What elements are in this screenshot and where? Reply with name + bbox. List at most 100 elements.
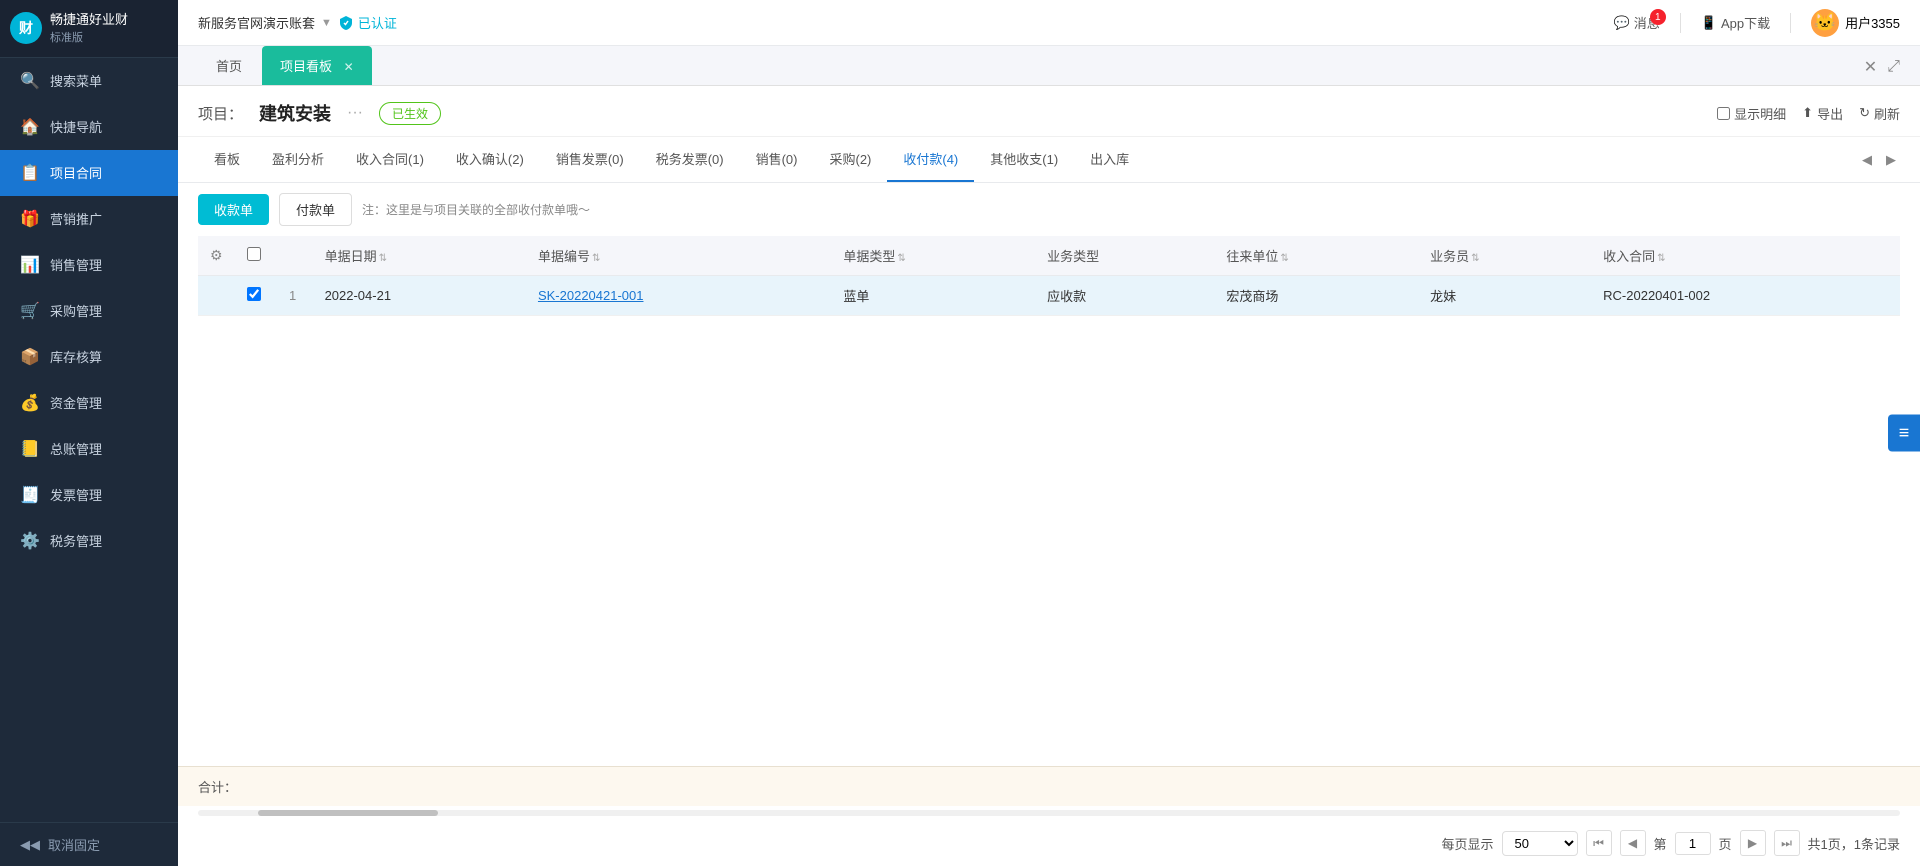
- topbar-divider2: [1790, 13, 1791, 33]
- sub-tabs: 看板 盈利分析 收入合同(1) 收入确认(2) 销售发票(0) 税务发票(0) …: [178, 137, 1920, 183]
- last-page-btn[interactable]: ⏭: [1774, 830, 1800, 856]
- th-type[interactable]: 单据类型⇅: [831, 236, 1035, 276]
- account-dropdown-icon: ▼: [321, 17, 332, 29]
- td-partner: 宏茂商场: [1214, 276, 1418, 316]
- certified-badge: 已认证: [338, 13, 397, 32]
- page-input[interactable]: [1675, 832, 1711, 855]
- record-link[interactable]: SK-20220421-001: [538, 288, 644, 303]
- tab-close-icon[interactable]: ✕: [344, 60, 354, 74]
- sidebar: 财 畅捷通好业财 标准版 🔍 搜索菜单 🏠 快捷导航 📋 项目合同 🎁 营销推广…: [0, 0, 178, 866]
- message-badge: 1: [1650, 9, 1666, 25]
- sub-tab-income-contract[interactable]: 收入合同(1): [340, 137, 440, 182]
- page-size-select[interactable]: 50 100 200: [1502, 831, 1578, 856]
- td-check[interactable]: [235, 276, 273, 316]
- next-page-btn[interactable]: ▶: [1740, 830, 1766, 856]
- sub-tab-receive-pay[interactable]: 收付款(4): [887, 137, 974, 182]
- th-settings[interactable]: ⚙: [198, 236, 235, 276]
- sort-code-icon: ⇅: [592, 253, 600, 264]
- content-area: 项目： 建筑安装 ··· 已生效 显示明细 ⬆ 导出 ↻ 刷新: [178, 86, 1920, 866]
- tab-home[interactable]: 首页: [198, 46, 260, 85]
- sidebar-nav: 🔍 搜索菜单 🏠 快捷导航 📋 项目合同 🎁 营销推广 📊 销售管理 🛒 采购管…: [0, 58, 178, 822]
- project-title: 建筑安装: [259, 100, 331, 126]
- select-all-checkbox[interactable]: [247, 247, 261, 261]
- app-version: 标准版: [50, 29, 128, 45]
- sidebar-item-shortcut[interactable]: 🏠 快捷导航: [0, 104, 178, 150]
- th-check: [235, 236, 273, 276]
- first-page-btn[interactable]: ⏮: [1586, 830, 1612, 856]
- sidebar-item-purchase[interactable]: 🛒 采购管理: [0, 288, 178, 334]
- sort-type-icon: ⇅: [897, 253, 905, 264]
- tabs-bar: 首页 项目看板 ✕ ✕ ⤢: [178, 46, 1920, 86]
- sidebar-item-contract[interactable]: 📋 项目合同: [0, 150, 178, 196]
- td-num: 1: [273, 276, 313, 316]
- sub-tab-next-icon[interactable]: ▶: [1882, 148, 1900, 172]
- account-name: 新服务官网演示账套: [198, 13, 315, 32]
- gear-icon: ⚙️: [20, 531, 40, 551]
- message-icon: 💬: [1614, 15, 1630, 31]
- project-more-btn[interactable]: ···: [347, 104, 363, 122]
- th-contract[interactable]: 收入合同⇅: [1591, 236, 1900, 276]
- sub-tab-sales-invoice[interactable]: 销售发票(0): [540, 137, 640, 182]
- ledger-icon: 📒: [20, 439, 40, 459]
- data-table: ⚙ 单据日期⇅ 单据编号⇅ 单据类型⇅ 业务类型 往来单位⇅ 业务员⇅ 收入合同…: [198, 236, 1900, 316]
- sidebar-item-label: 搜索菜单: [50, 71, 102, 90]
- scrollbar-track[interactable]: [198, 810, 1900, 816]
- sub-tab-purchase[interactable]: 采购(2): [813, 137, 887, 182]
- table-header-row: ⚙ 单据日期⇅ 单据编号⇅ 单据类型⇅ 业务类型 往来单位⇅ 业务员⇅ 收入合同…: [198, 236, 1900, 276]
- sub-tab-sales[interactable]: 销售(0): [740, 137, 814, 182]
- scrollbar-thumb[interactable]: [258, 810, 438, 816]
- floating-action-icon: ≡: [1899, 423, 1910, 444]
- money-icon: 💰: [20, 393, 40, 413]
- sort-partner-icon: ⇅: [1280, 253, 1288, 264]
- sidebar-item-invoice[interactable]: 🧾 发票管理: [0, 472, 178, 518]
- receive-btn[interactable]: 收款单: [198, 194, 269, 225]
- sub-tab-profit[interactable]: 盈利分析: [256, 137, 340, 182]
- sub-tab-inout[interactable]: 出入库: [1074, 137, 1145, 182]
- sub-tab-prev-icon[interactable]: ◀: [1858, 148, 1876, 172]
- sidebar-item-tax[interactable]: ⚙️ 税务管理: [0, 518, 178, 564]
- row-checkbox[interactable]: [247, 287, 261, 301]
- th-partner[interactable]: 往来单位⇅: [1214, 236, 1418, 276]
- sidebar-item-label: 快捷导航: [50, 117, 102, 136]
- sub-tab-income-confirm[interactable]: 收入确认(2): [440, 137, 540, 182]
- sidebar-item-ledger[interactable]: 📒 总账管理: [0, 426, 178, 472]
- td-biz-type: 应收款: [1035, 276, 1214, 316]
- tab-project-board[interactable]: 项目看板 ✕: [262, 46, 372, 85]
- sidebar-item-label: 发票管理: [50, 485, 102, 504]
- app-download-action[interactable]: 📱 App下载: [1701, 13, 1770, 32]
- close-window-icon[interactable]: ✕: [1864, 57, 1877, 77]
- show-detail-checkbox[interactable]: [1717, 107, 1730, 120]
- sidebar-footer-unpin[interactable]: ◀◀ 取消固定: [0, 822, 178, 866]
- sidebar-item-sales[interactable]: 📊 销售管理: [0, 242, 178, 288]
- contract-icon: 📋: [20, 163, 40, 183]
- search-icon: 🔍: [20, 71, 40, 91]
- td-code[interactable]: SK-20220421-001: [526, 276, 831, 316]
- sidebar-item-search[interactable]: 🔍 搜索菜单: [0, 58, 178, 104]
- sub-tab-tax-invoice[interactable]: 税务发票(0): [640, 137, 740, 182]
- maximize-window-icon[interactable]: ⤢: [1887, 58, 1900, 76]
- prev-page-btn[interactable]: ◀: [1620, 830, 1646, 856]
- sidebar-item-inventory[interactable]: 📦 库存核算: [0, 334, 178, 380]
- account-selector[interactable]: 新服务官网演示账套 ▼: [198, 13, 332, 32]
- main-content: 新服务官网演示账套 ▼ 已认证 💬 消息 1 📱 App下载 🐱 用户3: [178, 0, 1920, 866]
- sidebar-header: 财 畅捷通好业财 标准版: [0, 0, 178, 58]
- page-size-label: 每页显示: [1441, 834, 1493, 853]
- floating-action-btn[interactable]: ≡: [1888, 415, 1920, 452]
- sub-tab-other-expense[interactable]: 其他收支(1): [974, 137, 1074, 182]
- user-label: 用户3355: [1845, 13, 1900, 32]
- export-btn[interactable]: ⬆ 导出: [1802, 104, 1843, 123]
- certified-label: 已认证: [358, 13, 397, 32]
- sub-tab-kanban[interactable]: 看板: [198, 137, 256, 182]
- user-area[interactable]: 🐱 用户3355: [1811, 9, 1900, 37]
- sidebar-item-finance[interactable]: 💰 资金管理: [0, 380, 178, 426]
- sidebar-item-marketing[interactable]: 🎁 营销推广: [0, 196, 178, 242]
- settings-icon[interactable]: ⚙: [210, 247, 223, 263]
- topbar-left: 新服务官网演示账套 ▼ 已认证: [198, 13, 397, 32]
- message-action[interactable]: 💬 消息 1: [1614, 13, 1660, 32]
- pay-btn[interactable]: 付款单: [279, 193, 352, 226]
- th-date[interactable]: 单据日期⇅: [313, 236, 526, 276]
- th-salesperson[interactable]: 业务员⇅: [1418, 236, 1591, 276]
- th-code[interactable]: 单据编号⇅: [526, 236, 831, 276]
- refresh-btn[interactable]: ↻ 刷新: [1859, 104, 1900, 123]
- show-detail-label[interactable]: 显示明细: [1717, 104, 1786, 123]
